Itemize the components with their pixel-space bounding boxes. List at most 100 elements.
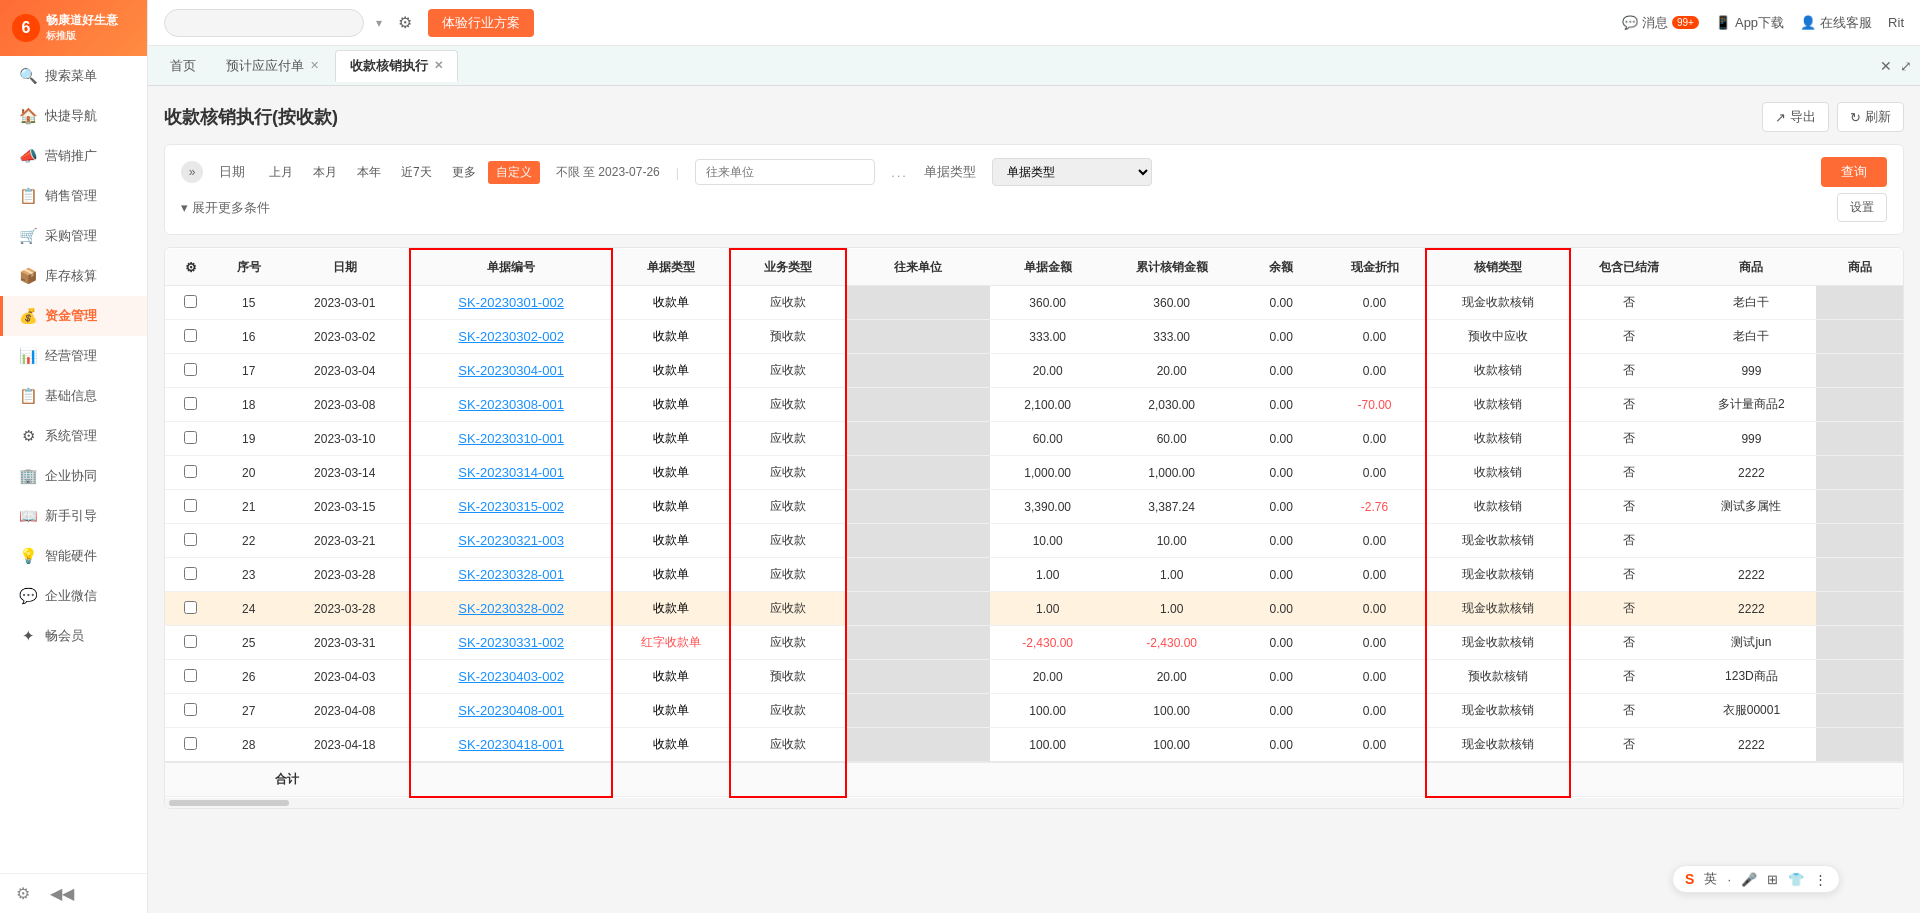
sidebar-item-purchase[interactable]: 🛒 采购管理 [0,216,147,256]
gear-icon[interactable]: ⚙ [398,13,412,32]
cell-voucher-no[interactable]: SK-20230408-001 [410,694,612,728]
row-checkbox[interactable] [184,431,197,444]
close-icon[interactable]: ✕ [434,59,443,72]
voucher-no-link[interactable]: SK-20230304-001 [458,363,564,378]
tab-collection[interactable]: 收款核销执行 ✕ [335,50,458,82]
filter-expand-button[interactable]: » [181,161,203,183]
table-row[interactable]: 20 2023-03-14 SK-20230314-001 收款单 应收款 ██… [165,456,1903,490]
row-checkbox[interactable] [184,601,197,614]
close-all-icon[interactable]: ✕ [1880,58,1892,74]
cell-voucher-no[interactable]: SK-20230331-002 [410,626,612,660]
cell-voucher-no[interactable]: SK-20230301-002 [410,286,612,320]
voucher-no-link[interactable]: SK-20230315-002 [458,499,564,514]
settings-icon[interactable]: ⚙ [16,884,30,903]
voucher-no-link[interactable]: SK-20230331-002 [458,635,564,650]
voucher-no-link[interactable]: SK-20230321-003 [458,533,564,548]
row-checkbox[interactable] [184,533,197,546]
voucher-no-link[interactable]: SK-20230301-002 [458,295,564,310]
close-icon[interactable]: ✕ [310,59,319,72]
online-service-button[interactable]: 👤 在线客服 [1800,14,1872,32]
cell-checkbox[interactable] [165,286,217,320]
refresh-button[interactable]: ↻ 刷新 [1837,102,1904,132]
table-row[interactable]: 27 2023-04-08 SK-20230408-001 收款单 应收款 ██… [165,694,1903,728]
collapse-icon[interactable]: ◀◀ [50,884,74,903]
cell-checkbox[interactable] [165,456,217,490]
sidebar-item-search[interactable]: 🔍 搜索菜单 [0,56,147,96]
sidebar-item-member[interactable]: ✦ 畅会员 [0,616,147,656]
this-month-button[interactable]: 本月 [305,161,345,184]
voucher-no-link[interactable]: SK-20230408-001 [458,703,564,718]
sidebar-item-operations[interactable]: 📊 经营管理 [0,336,147,376]
app-download-button[interactable]: 📱 App下载 [1715,14,1784,32]
voucher-no-link[interactable]: SK-20230308-001 [458,397,564,412]
cell-voucher-no[interactable]: SK-20230328-002 [410,592,612,626]
cell-checkbox[interactable] [165,320,217,354]
row-checkbox[interactable] [184,329,197,342]
party-filter-input[interactable] [695,159,875,185]
last-7-days-button[interactable]: 近7天 [393,161,440,184]
grid-icon[interactable]: ⊞ [1767,872,1778,887]
sidebar-item-system[interactable]: ⚙ 系统管理 [0,416,147,456]
more-date-button[interactable]: 更多 [444,161,484,184]
shirt-icon[interactable]: 👕 [1788,872,1804,887]
cell-voucher-no[interactable]: SK-20230321-003 [410,524,612,558]
chevron-down-icon[interactable]: ▾ [376,16,382,30]
tab-home[interactable]: 首页 [156,50,210,82]
cell-checkbox[interactable] [165,524,217,558]
table-row[interactable]: 19 2023-03-10 SK-20230310-001 收款单 应收款 ██… [165,422,1903,456]
cell-checkbox[interactable] [165,388,217,422]
more-options-icon[interactable]: ... [891,165,908,180]
cell-checkbox[interactable] [165,592,217,626]
row-checkbox[interactable] [184,397,197,410]
table-row[interactable]: 26 2023-04-03 SK-20230403-002 收款单 预收款 ██… [165,660,1903,694]
cell-voucher-no[interactable]: SK-20230315-002 [410,490,612,524]
sidebar-item-finance[interactable]: 💰 资金管理 [0,296,147,336]
voucher-no-link[interactable]: SK-20230314-001 [458,465,564,480]
sidebar-item-inventory[interactable]: 📦 库存核算 [0,256,147,296]
cell-voucher-no[interactable]: SK-20230304-001 [410,354,612,388]
tab-prepay[interactable]: 预计应应付单 ✕ [212,50,333,82]
row-checkbox[interactable] [184,737,197,750]
search-input[interactable] [164,9,364,37]
sidebar-item-enterprise[interactable]: 🏢 企业协同 [0,456,147,496]
sidebar-item-quick-nav[interactable]: 🏠 快捷导航 [0,96,147,136]
row-checkbox[interactable] [184,363,197,376]
mic-icon[interactable]: 🎤 [1741,872,1757,887]
sidebar-item-wechat[interactable]: 💬 企业微信 [0,576,147,616]
horizontal-scrollbar[interactable] [165,798,1903,808]
sidebar-item-basic[interactable]: 📋 基础信息 [0,376,147,416]
last-month-button[interactable]: 上月 [261,161,301,184]
message-button[interactable]: 💬 消息 99+ [1622,14,1699,32]
cell-voucher-no[interactable]: SK-20230328-001 [410,558,612,592]
cell-voucher-no[interactable]: SK-20230302-002 [410,320,612,354]
voucher-no-link[interactable]: SK-20230418-001 [458,737,564,752]
cell-checkbox[interactable] [165,490,217,524]
voucher-no-link[interactable]: SK-20230302-002 [458,329,564,344]
table-row[interactable]: 18 2023-03-08 SK-20230308-001 收款单 应收款 ██… [165,388,1903,422]
user-name[interactable]: Rit [1888,15,1904,30]
voucher-no-link[interactable]: SK-20230328-001 [458,567,564,582]
table-row[interactable]: 15 2023-03-01 SK-20230301-002 收款单 应收款 ██… [165,286,1903,320]
scrollbar-thumb[interactable] [169,800,289,806]
row-checkbox[interactable] [184,499,197,512]
row-checkbox[interactable] [184,465,197,478]
th-gear[interactable]: ⚙ [165,249,217,286]
industry-solution-button[interactable]: 体验行业方案 [428,9,534,37]
table-row[interactable]: 17 2023-03-04 SK-20230304-001 收款单 应收款 ██… [165,354,1903,388]
cell-voucher-no[interactable]: SK-20230314-001 [410,456,612,490]
row-checkbox[interactable] [184,635,197,648]
this-year-button[interactable]: 本年 [349,161,389,184]
cell-checkbox[interactable] [165,558,217,592]
cell-voucher-no[interactable]: SK-20230308-001 [410,388,612,422]
row-checkbox[interactable] [184,669,197,682]
export-button[interactable]: ↗ 导出 [1762,102,1829,132]
filter-settings-button[interactable]: 设置 [1837,193,1887,222]
table-row[interactable]: 22 2023-03-21 SK-20230321-003 收款单 应收款 ██… [165,524,1903,558]
cell-checkbox[interactable] [165,694,217,728]
row-checkbox[interactable] [184,567,197,580]
voucher-type-select[interactable]: 单据类型 [992,158,1152,186]
custom-date-button[interactable]: 自定义 [488,161,540,184]
sidebar-item-marketing[interactable]: 📣 营销推广 [0,136,147,176]
maximize-icon[interactable]: ⤢ [1900,58,1912,74]
table-row[interactable]: 28 2023-04-18 SK-20230418-001 收款单 应收款 ██… [165,728,1903,763]
